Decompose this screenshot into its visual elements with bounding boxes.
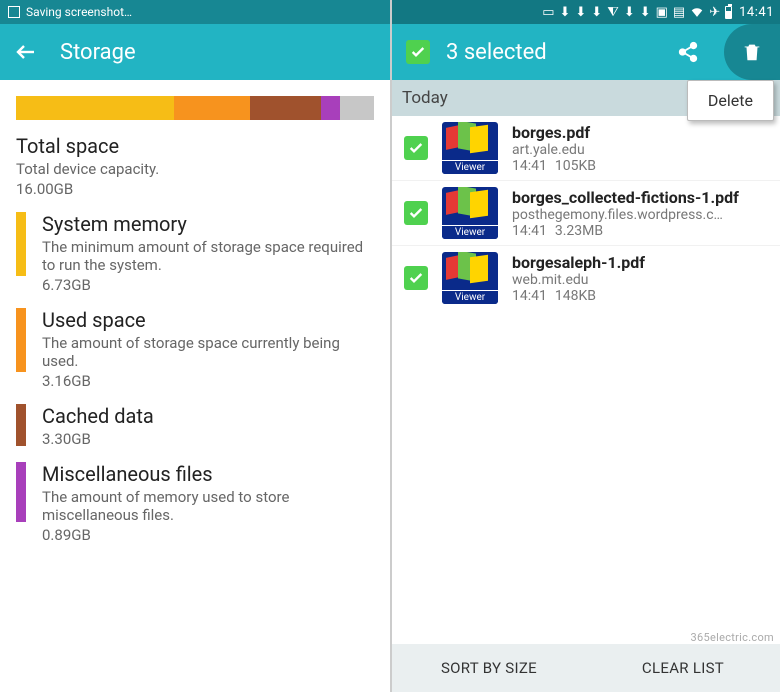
download-icon: ⬇ [575, 6, 586, 19]
thumb-label: Viewer [442, 290, 498, 304]
thumb-label: Viewer [442, 225, 498, 239]
trash-icon [741, 41, 763, 63]
total-desc: Total device capacity. [16, 160, 374, 178]
file-name: borges.pdf [512, 123, 770, 142]
file-source: art.yale.edu [512, 142, 770, 158]
download-icon: ⬇ [559, 6, 570, 19]
file-checkbox[interactable] [404, 136, 428, 160]
share-button[interactable] [668, 24, 708, 80]
color-swatch [16, 308, 26, 372]
download-icon: ⬇ [624, 6, 635, 19]
file-time: 14:41 [512, 288, 547, 304]
category-value: 3.30GB [42, 430, 374, 448]
file-size: 148KB [555, 288, 596, 304]
clear-list-button[interactable]: CLEAR LIST [586, 644, 780, 692]
file-size: 105KB [555, 158, 596, 174]
file-source: web.mit.edu [512, 272, 770, 288]
back-icon[interactable] [14, 40, 38, 64]
watermark: 365electric.com [691, 631, 774, 644]
file-checkbox[interactable] [404, 266, 428, 290]
color-swatch [16, 404, 26, 446]
file-row[interactable]: Viewer borgesaleph-1.pdfweb.mit.edu14:41 1… [392, 245, 780, 310]
storage-category-row[interactable]: Used spaceThe amount of storage space cu… [0, 294, 390, 390]
selection-app-bar: 3 selected [392, 24, 780, 80]
storage-bar-segment [16, 96, 174, 120]
file-checkbox[interactable] [404, 201, 428, 225]
category-title: Cached data [42, 404, 374, 428]
storage-bar-segment [174, 96, 249, 120]
storage-usage-bar [0, 80, 390, 126]
total-title: Total space [16, 134, 374, 158]
airplane-icon: ✈ [709, 6, 720, 19]
storage-category-row[interactable]: Cached data 3.30GB [0, 390, 390, 448]
color-swatch [16, 212, 26, 276]
screenshot-indicator-icon [8, 6, 20, 18]
category-value: 6.73GB [42, 276, 374, 294]
total-value: 16.00GB [16, 180, 374, 198]
file-size: 3.23MB [555, 223, 603, 239]
storage-category-row[interactable]: System memoryThe minimum amount of stora… [0, 198, 390, 294]
file-thumbnail: Viewer [442, 187, 498, 239]
category-desc: The minimum amount of storage space requ… [42, 238, 374, 274]
download-icon: ⬇ [640, 6, 651, 19]
status-bar: ▭ ⬇ ⬇ ⬇ ⧨ ⬇ ⬇ ▣ ▤ ✈ 14:41 [392, 0, 780, 24]
wifi-icon [690, 5, 704, 20]
category-title: Miscellaneous files [42, 462, 374, 486]
battery-icon [725, 6, 732, 19]
category-desc: The amount of memory used to store misce… [42, 488, 374, 524]
file-row[interactable]: Viewer borges_collected-fictions-1.pdfpos… [392, 180, 780, 245]
selection-title: 3 selected [446, 40, 652, 65]
status-bar: Saving screenshot… [0, 0, 390, 24]
category-value: 0.89GB [42, 526, 374, 544]
context-menu-delete[interactable]: Delete [687, 80, 774, 121]
file-name: borges_collected-fictions-1.pdf [512, 188, 770, 207]
select-all-checkbox[interactable] [406, 40, 430, 64]
file-name: borgesaleph-1.pdf [512, 253, 770, 272]
storage-bar-segment [250, 96, 322, 120]
sort-by-size-button[interactable]: SORT BY SIZE [392, 644, 586, 692]
storage-category-row[interactable]: Miscellaneous filesThe amount of memory … [0, 448, 390, 544]
context-menu-label: Delete [708, 91, 753, 110]
image-icon: ▣ [656, 6, 668, 19]
thumb-label: Viewer [442, 160, 498, 174]
sms-icon: ▭ [542, 6, 554, 19]
file-thumbnail: Viewer [442, 122, 498, 174]
category-title: Used space [42, 308, 374, 332]
download-icon: ⬇ [591, 6, 602, 19]
file-time: 14:41 [512, 158, 547, 174]
category-title: System memory [42, 212, 374, 236]
category-desc: The amount of storage space currently be… [42, 334, 374, 370]
section-label: Today [402, 88, 448, 108]
delete-button[interactable] [724, 24, 780, 80]
storage-bar-segment [340, 96, 374, 120]
total-space-block[interactable]: Total space Total device capacity. 16.00… [0, 126, 390, 198]
clock-text: 14:41 [739, 5, 774, 20]
bottom-bar: SORT BY SIZE CLEAR LIST [392, 644, 780, 692]
file-thumbnail: Viewer [442, 252, 498, 304]
file-row[interactable]: Viewer borges.pdfart.yale.edu14:41 105KB [392, 116, 780, 180]
color-swatch [16, 462, 26, 522]
category-value: 3.16GB [42, 372, 374, 390]
file-source: posthegemony.files.wordpress.c… [512, 207, 770, 223]
status-text: Saving screenshot… [26, 5, 132, 19]
storage-app-bar: Storage [0, 24, 390, 80]
file-time: 14:41 [512, 223, 547, 239]
page-title: Storage [60, 40, 136, 65]
vibrate-icon: ▤ [673, 6, 685, 19]
dropbox-icon: ⧨ [607, 6, 619, 19]
storage-bar-segment [321, 96, 340, 120]
